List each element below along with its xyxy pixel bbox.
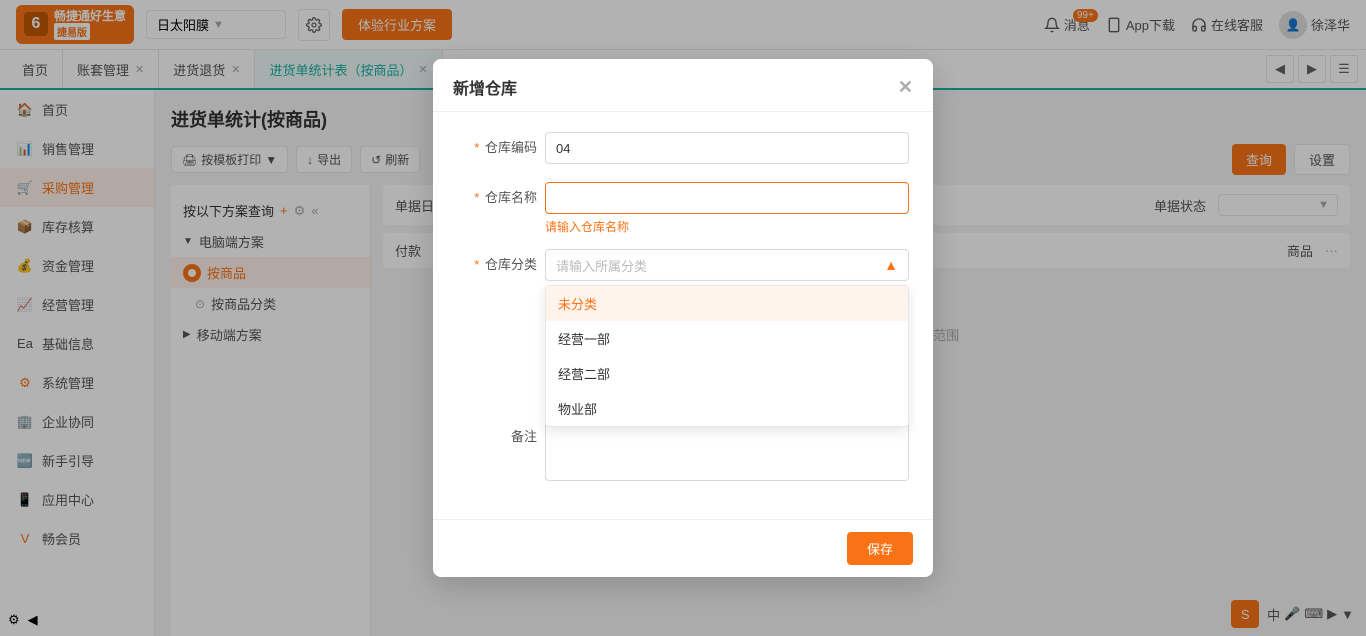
dropdown-item-3[interactable]: 物业部 bbox=[546, 391, 908, 426]
category-select-input[interactable]: 请输入所属分类 ▲ bbox=[545, 249, 909, 281]
modal-footer: 保存 bbox=[433, 519, 933, 577]
name-input[interactable] bbox=[545, 182, 909, 214]
modal-body: * 仓库编码 * 仓库名称 请输入仓库名称 * bbox=[433, 112, 933, 519]
form-row-note: 备注 bbox=[457, 421, 909, 481]
chevron-up-icon: ▲ bbox=[884, 257, 898, 273]
note-label: 备注 bbox=[457, 421, 537, 453]
code-input[interactable] bbox=[545, 132, 909, 164]
form-row-name: * 仓库名称 bbox=[457, 182, 909, 214]
form-row-code: * 仓库编码 bbox=[457, 132, 909, 164]
dropdown-item-0[interactable]: 未分类 bbox=[546, 286, 908, 321]
form-section-name: * 仓库名称 请输入仓库名称 bbox=[457, 182, 909, 235]
modal-header: 新增仓库 ✕ bbox=[433, 59, 933, 112]
name-label: * 仓库名称 bbox=[457, 182, 537, 214]
save-button[interactable]: 保存 bbox=[847, 532, 913, 565]
modal-overlay[interactable]: 新增仓库 ✕ * 仓库编码 * 仓库名称 bbox=[0, 0, 1366, 636]
dropdown-item-2[interactable]: 经营二部 bbox=[546, 356, 908, 391]
category-label: * 仓库分类 bbox=[457, 249, 537, 281]
category-placeholder: 请输入所属分类 bbox=[556, 256, 647, 275]
modal-new-warehouse: 新增仓库 ✕ * 仓库编码 * 仓库名称 bbox=[433, 59, 933, 577]
dropdown-item-1[interactable]: 经营一部 bbox=[546, 321, 908, 356]
category-dropdown: 未分类 经营一部 经营二部 物业部 bbox=[545, 285, 909, 427]
note-textarea[interactable] bbox=[545, 421, 909, 481]
category-select[interactable]: 请输入所属分类 ▲ 未分类 经营一部 经营二部 物业部 bbox=[545, 249, 909, 281]
code-label: * 仓库编码 bbox=[457, 132, 537, 164]
modal-close-button[interactable]: ✕ bbox=[898, 78, 913, 96]
form-row-category: * 仓库分类 请输入所属分类 ▲ 未分类 经营一部 经营二部 物业部 bbox=[457, 249, 909, 281]
name-error-hint: 请输入仓库名称 bbox=[545, 218, 909, 235]
modal-title: 新增仓库 bbox=[453, 75, 517, 99]
